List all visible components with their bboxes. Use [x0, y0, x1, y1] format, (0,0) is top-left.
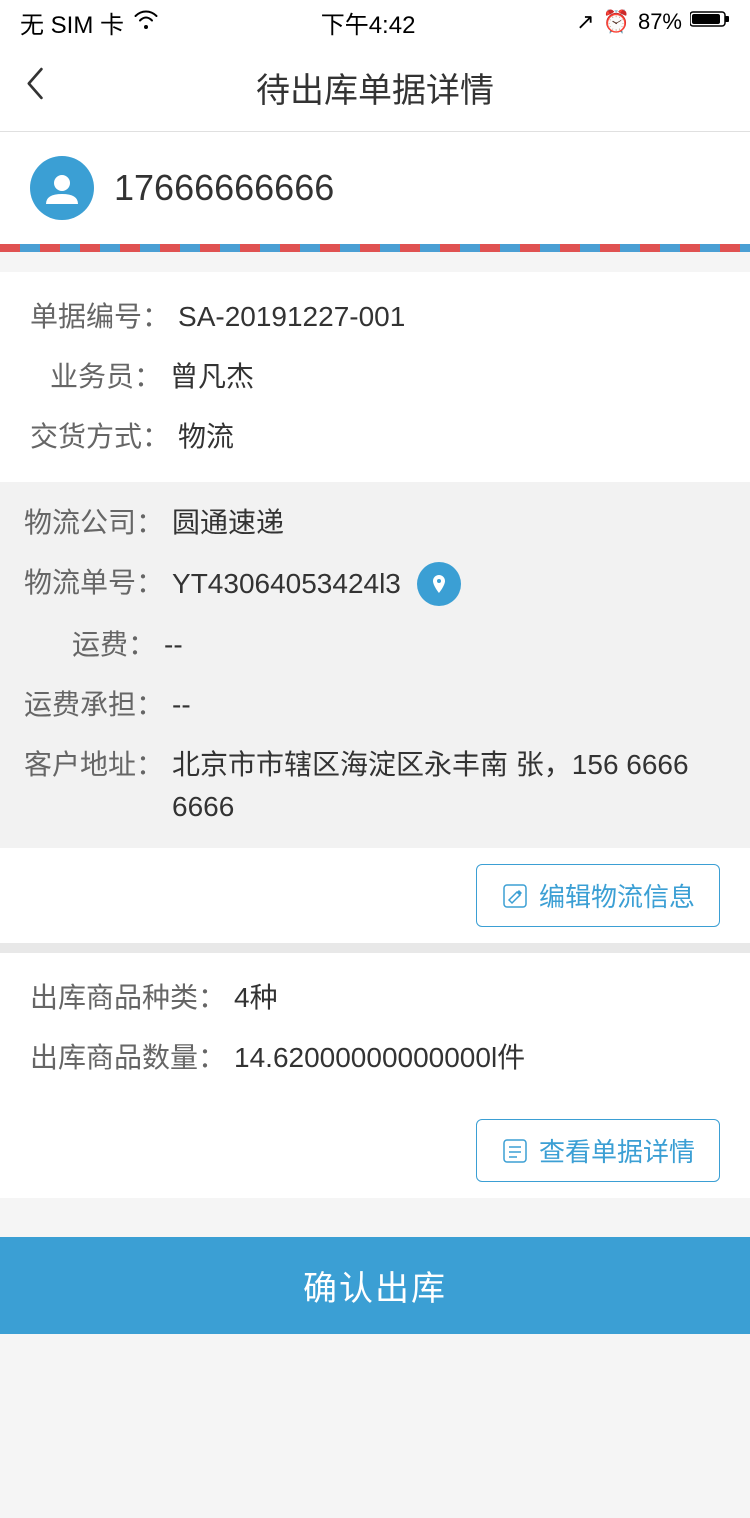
edit-logistics-button[interactable]: 编辑物流信息: [476, 864, 720, 927]
tracking-number-label: 物流单号：: [24, 562, 172, 604]
product-qty-label: 出库商品数量：: [30, 1037, 234, 1079]
confirm-btn-container: 确认出库: [0, 1237, 750, 1334]
product-qty-row: 出库商品数量： 14.62000000000000l件: [30, 1037, 720, 1079]
customer-header: 17666666666: [0, 132, 750, 244]
logistics-company-value: 圆通速递: [172, 502, 726, 544]
wifi-icon: [132, 8, 160, 36]
status-bar: 无 SIM 卡 下午4:42 ↗ ⏰ 87%: [0, 0, 750, 44]
customer-phone: 17666666666: [114, 167, 334, 209]
tracking-number-row: 物流单号： YT43064053424l3: [24, 562, 726, 606]
sales-rep-value: 曾凡杰: [170, 356, 720, 398]
alarm-icon: ⏰: [603, 9, 630, 35]
order-info-section: 单据编号： SA-20191227-001 业务员： 曾凡杰 交货方式： 物流: [0, 272, 750, 482]
delivery-method-value: 物流: [178, 416, 720, 458]
delivery-method-label: 交货方式：: [30, 416, 178, 458]
back-button[interactable]: [24, 65, 48, 110]
page-title: 待出库单据详情: [256, 63, 494, 112]
document-number-row: 单据编号： SA-20191227-001: [30, 296, 720, 338]
carrier-text: 无 SIM 卡: [20, 5, 124, 40]
avatar: [30, 156, 94, 220]
stock-info-section: 出库商品种类： 4种 出库商品数量： 14.62000000000000l件: [0, 953, 750, 1103]
status-left: 无 SIM 卡: [20, 5, 160, 40]
edit-btn-row: 编辑物流信息: [0, 848, 750, 943]
freight-row: 运费： --: [24, 624, 726, 666]
logistics-company-label: 物流公司：: [24, 502, 172, 544]
product-types-row: 出库商品种类： 4种: [30, 977, 720, 1019]
sales-rep-row: 业务员： 曾凡杰: [30, 356, 720, 398]
address-row: 客户地址： 北京市市辖区海淀区永丰南 张，156 6666 6666: [24, 744, 726, 828]
product-qty-value: 14.62000000000000l件: [234, 1037, 720, 1079]
address-label: 客户地址：: [24, 744, 172, 786]
location-pin-icon[interactable]: [417, 562, 461, 606]
freight-bearer-value: --: [172, 684, 726, 726]
document-number-label: 单据编号：: [30, 296, 178, 338]
freight-bearer-label: 运费承担：: [24, 684, 172, 726]
status-right: ↗ ⏰ 87%: [576, 9, 730, 35]
address-value: 北京市市辖区海淀区永丰南 张，156 6666 6666: [172, 744, 726, 828]
battery-icon: [690, 9, 730, 35]
logistics-company-row: 物流公司： 圆通速递: [24, 502, 726, 544]
section-divider: [0, 943, 750, 953]
confirm-outbound-button[interactable]: 确认出库: [303, 1261, 447, 1310]
product-types-value: 4种: [234, 977, 720, 1019]
view-detail-button[interactable]: 查看单据详情: [476, 1119, 720, 1182]
product-types-label: 出库商品种类：: [30, 977, 234, 1019]
view-detail-label: 查看单据详情: [539, 1132, 695, 1169]
view-detail-btn-row: 查看单据详情: [0, 1103, 750, 1198]
time-text: 下午4:42: [321, 5, 416, 40]
dashed-divider: [0, 244, 750, 252]
logistics-card: 物流公司： 圆通速递 物流单号： YT43064053424l3 运费： -- …: [0, 482, 750, 848]
sales-rep-label: 业务员：: [30, 356, 170, 398]
freight-bearer-row: 运费承担： --: [24, 684, 726, 726]
freight-value: --: [164, 624, 726, 666]
document-number-value: SA-20191227-001: [178, 296, 720, 338]
freight-label: 运费：: [24, 624, 164, 666]
delivery-method-row: 交货方式： 物流: [30, 416, 720, 458]
edit-logistics-label: 编辑物流信息: [539, 877, 695, 914]
tracking-number-value: YT43064053424l3: [172, 562, 726, 606]
location-icon: ↗: [576, 9, 594, 35]
nav-bar: 待出库单据详情: [0, 44, 750, 132]
battery-text: 87%: [638, 9, 682, 35]
